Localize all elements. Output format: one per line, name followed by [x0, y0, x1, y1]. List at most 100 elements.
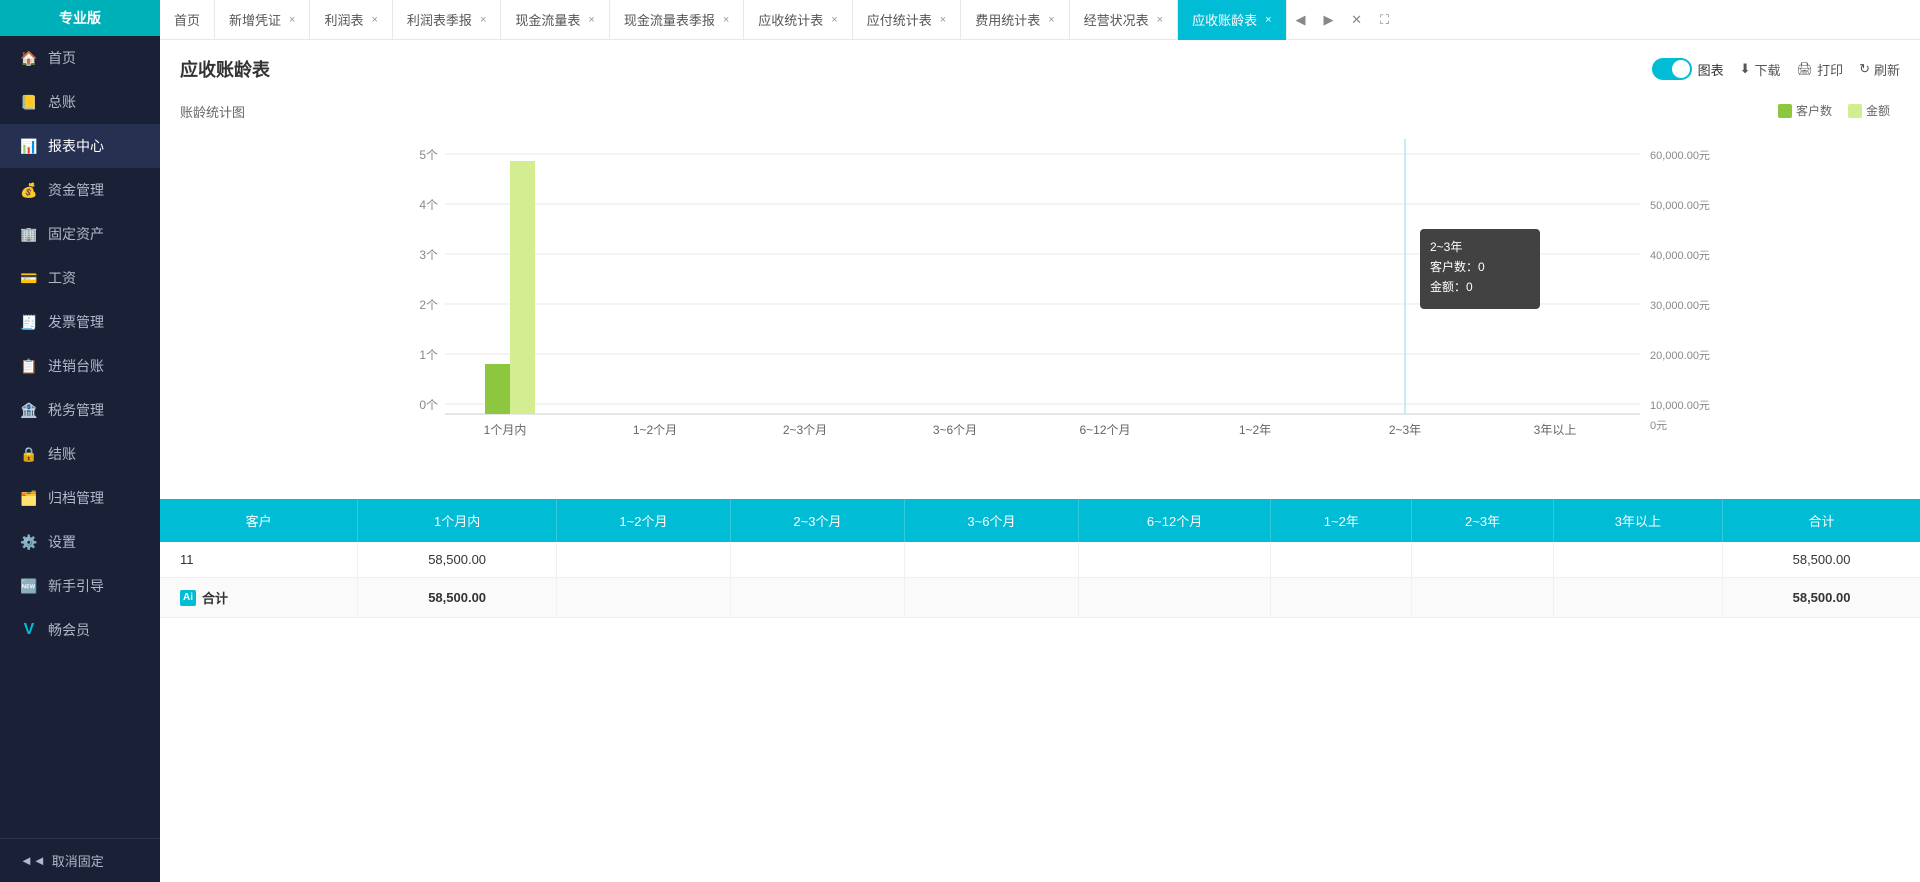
tab-bar: 首页 新增凭证 × 利润表 × 利润表季报 × 现金流量表 × 现金流量表季报 … — [160, 0, 1920, 40]
svg-text:20,000.00元: 20,000.00元 — [1650, 350, 1710, 362]
col-m6: 1~2年 — [1271, 499, 1412, 542]
tab-home[interactable]: 首页 — [160, 0, 215, 40]
total-m5 — [1078, 578, 1270, 618]
sidebar-item-report[interactable]: 📊 报表中心 — [0, 124, 160, 168]
tab-new-voucher[interactable]: 新增凭证 × — [215, 0, 310, 40]
sidebar-label-guide: 新手引导 — [48, 576, 104, 596]
unpin-icon: ◄◄ — [20, 853, 46, 868]
cell-total: 58,500.00 — [1723, 542, 1920, 578]
col-m3: 2~3个月 — [730, 499, 904, 542]
sidebar-item-closeaccount[interactable]: 🔒 结账 — [0, 432, 160, 476]
sidebar-label-report: 报表中心 — [48, 136, 104, 156]
svg-text:2~3年: 2~3年 — [1430, 240, 1462, 254]
print-button[interactable]: 🖨 打印 — [1797, 60, 1844, 79]
svg-text:客户数：0: 客户数：0 — [1430, 259, 1485, 274]
tab-prev-button[interactable]: ◀ — [1287, 0, 1315, 40]
refresh-icon: ↻ — [1859, 61, 1870, 77]
download-label: 下载 — [1755, 60, 1781, 79]
sidebar-item-archive[interactable]: 🗂️ 归档管理 — [0, 476, 160, 520]
tab-expense-stats-close[interactable]: × — [1048, 14, 1054, 26]
sidebar-item-sales[interactable]: 📋 进销台账 — [0, 344, 160, 388]
download-icon: ⬇ — [1740, 61, 1751, 77]
header-actions: 图表 ⬇ 下载 🖨 打印 ↻ 刷新 — [1652, 58, 1900, 80]
refresh-button[interactable]: ↻ 刷新 — [1859, 60, 1900, 79]
table-section: 客户 1个月内 1~2个月 2~3个月 3~6个月 6~12个月 1~2年 2~… — [160, 499, 1920, 882]
legend-customers-label: 客户数 — [1796, 102, 1832, 119]
cell-m1: 58,500.00 — [358, 542, 557, 578]
tab-ap-stats-label: 应付统计表 — [867, 10, 932, 29]
tab-ap-stats[interactable]: 应付统计表 × — [853, 0, 961, 40]
tab-expand-button[interactable]: ⛶ — [1371, 0, 1399, 40]
chart-svg: 5个 4个 3个 2个 1个 0个 60,000.00元 50,000.00元 … — [180, 129, 1900, 489]
sidebar-item-asset[interactable]: 🏢 固定资产 — [0, 212, 160, 256]
print-icon: 🖨 — [1797, 61, 1814, 77]
tab-close-all-button[interactable]: ✕ — [1343, 0, 1371, 40]
sidebar: 专业版 🏠 首页 📒 总账 📊 报表中心 💰 资金管理 🏢 固定资产 💳 工资 … — [0, 0, 160, 882]
tab-expense-stats[interactable]: 费用统计表 × — [961, 0, 1069, 40]
tab-profit[interactable]: 利润表 × — [310, 0, 392, 40]
page-title: 应收账龄表 — [180, 56, 270, 82]
tab-business-label: 经营状况表 — [1084, 10, 1149, 29]
tab-ar-aging[interactable]: 应收账龄表 × — [1178, 0, 1286, 40]
col-m1: 1个月内 — [358, 499, 557, 542]
tab-ar-stats-label: 应收统计表 — [758, 10, 823, 29]
sidebar-item-ledger[interactable]: 📒 总账 — [0, 80, 160, 124]
sidebar-item-home[interactable]: 🏠 首页 — [0, 36, 160, 80]
sidebar-label-asset: 固定资产 — [48, 224, 104, 244]
sidebar-label-ledger: 总账 — [48, 92, 76, 112]
unpin-button[interactable]: ◄◄ 取消固定 — [0, 838, 160, 882]
svg-text:3个: 3个 — [419, 248, 438, 262]
download-button[interactable]: ⬇ 下载 — [1740, 60, 1781, 79]
app-logo: 专业版 — [0, 0, 160, 36]
cell-m8 — [1553, 542, 1722, 578]
tab-cashflow-quarterly-close[interactable]: × — [723, 14, 729, 26]
tab-business-close[interactable]: × — [1157, 14, 1163, 26]
guide-icon: 🆕 — [20, 577, 38, 595]
svg-text:40,000.00元: 40,000.00元 — [1650, 250, 1710, 262]
asset-icon: 🏢 — [20, 225, 38, 243]
svg-text:0个: 0个 — [419, 398, 438, 412]
chart-toggle[interactable] — [1652, 58, 1692, 80]
col-customer: 客户 — [160, 499, 358, 542]
svg-text:50,000.00元: 50,000.00元 — [1650, 200, 1710, 212]
svg-text:4个: 4个 — [419, 198, 438, 212]
chart-container: 5个 4个 3个 2个 1个 0个 60,000.00元 50,000.00元 … — [180, 129, 1900, 489]
toggle-label: 图表 — [1698, 60, 1724, 79]
cell-customer: 11 — [160, 542, 358, 578]
tab-new-voucher-close[interactable]: × — [289, 14, 295, 26]
total-m1: 58,500.00 — [358, 578, 557, 618]
tab-cashflow[interactable]: 现金流量表 × — [501, 0, 609, 40]
svg-text:3~6个月: 3~6个月 — [933, 423, 977, 437]
ledger-icon: 📒 — [20, 93, 38, 111]
main-area: 首页 新增凭证 × 利润表 × 利润表季报 × 现金流量表 × 现金流量表季报 … — [160, 0, 1920, 882]
sidebar-item-tax[interactable]: 🏦 税务管理 — [0, 388, 160, 432]
tab-profit-close[interactable]: × — [371, 14, 377, 26]
tab-ap-stats-close[interactable]: × — [940, 14, 946, 26]
svg-text:1个月内: 1个月内 — [484, 423, 527, 437]
svg-text:1~2个月: 1~2个月 — [633, 423, 677, 437]
cell-m5 — [1078, 542, 1270, 578]
sidebar-item-settings[interactable]: ⚙️ 设置 — [0, 520, 160, 564]
col-m8: 3年以上 — [1553, 499, 1722, 542]
tab-cashflow-quarterly[interactable]: 现金流量表季报 × — [610, 0, 744, 40]
sidebar-item-fund[interactable]: 💰 资金管理 — [0, 168, 160, 212]
sidebar-item-salary[interactable]: 💳 工资 — [0, 256, 160, 300]
sidebar-item-invoice[interactable]: 🧾 发票管理 — [0, 300, 160, 344]
cell-m7 — [1412, 542, 1553, 578]
fund-icon: 💰 — [20, 181, 38, 199]
tab-cashflow-close[interactable]: × — [588, 14, 594, 26]
content-header: 应收账龄表 图表 ⬇ 下载 🖨 打印 ↻ 刷新 — [160, 40, 1920, 92]
tab-ar-aging-close[interactable]: × — [1265, 14, 1271, 26]
tab-ar-stats[interactable]: 应收统计表 × — [744, 0, 852, 40]
tab-profit-quarterly[interactable]: 利润表季报 × — [393, 0, 501, 40]
chart-title: 账龄统计图 — [180, 102, 1900, 121]
sidebar-item-guide[interactable]: 🆕 新手引导 — [0, 564, 160, 608]
sidebar-item-member[interactable]: V 畅会员 — [0, 608, 160, 652]
tab-ar-stats-close[interactable]: × — [831, 14, 837, 26]
tab-next-button[interactable]: ▶ — [1315, 0, 1343, 40]
total-row: Ai 合计 58,500.00 58,500.00 — [160, 578, 1920, 618]
total-customer-cell: Ai 合计 — [160, 578, 358, 618]
tab-profit-quarterly-close[interactable]: × — [480, 14, 486, 26]
tax-icon: 🏦 — [20, 401, 38, 419]
tab-business[interactable]: 经营状况表 × — [1070, 0, 1178, 40]
